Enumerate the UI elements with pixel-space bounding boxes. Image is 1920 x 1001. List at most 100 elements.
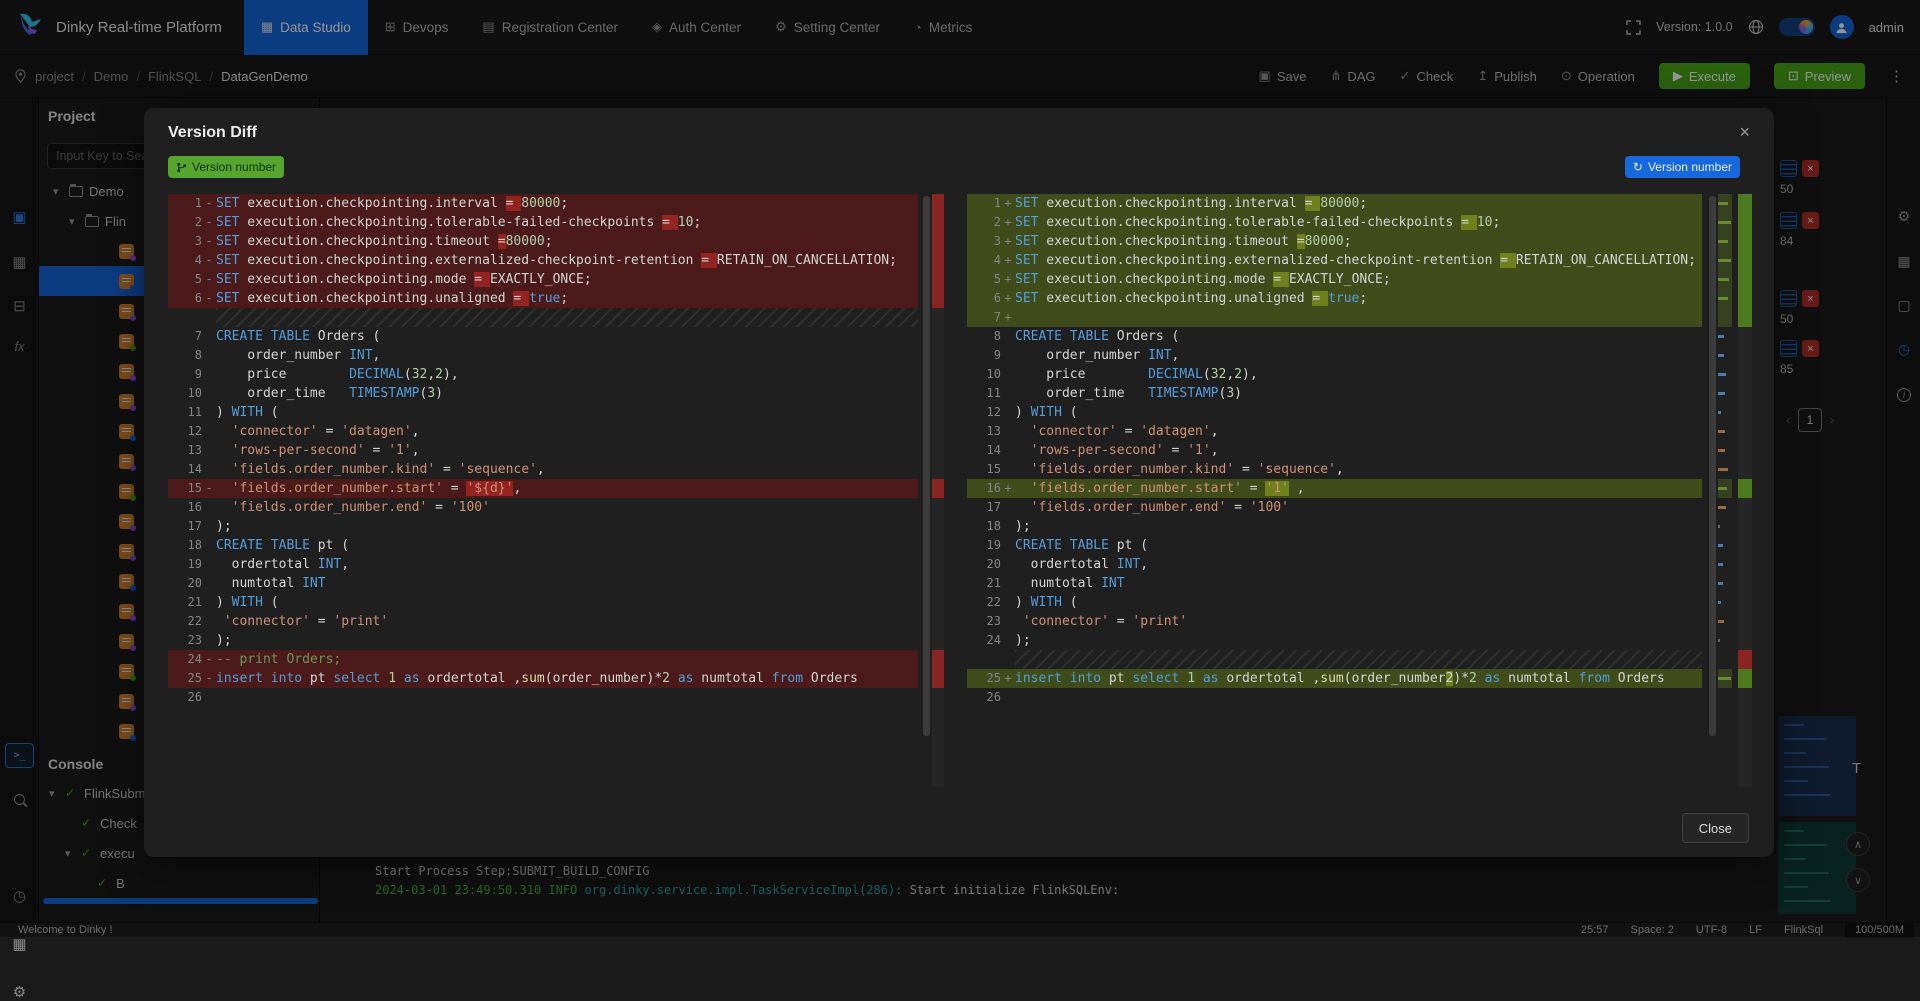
overview-ruler-new (1738, 194, 1752, 786)
diff-row: 17 'fields.order_number.end' = '100' (967, 498, 1702, 517)
diff-row: 3-SET execution.checkpointing.timeout =8… (168, 232, 918, 251)
diff-row: 20 numtotal INT (168, 574, 918, 593)
diff-change-marker: - (202, 213, 216, 232)
diff-line-number: 14 (967, 441, 1001, 460)
diff-change-marker: + (1001, 194, 1015, 213)
diff-line-number: 15 (967, 460, 1001, 479)
minimap-line (1718, 392, 1725, 395)
diff-line-number: 12 (967, 403, 1001, 422)
minimap-line (1718, 430, 1725, 433)
diff-change-marker: - (202, 251, 216, 270)
diff-row: 15- 'fields.order_number.start' = '${d}'… (168, 479, 918, 498)
diff-row: 13 'rows-per-second' = '1', (168, 441, 918, 460)
diff-pane-new[interactable]: 1+SET execution.checkpointing.interval =… (967, 194, 1752, 786)
diff-row: 26 (967, 688, 1702, 707)
diff-line-number: 6 (168, 289, 202, 308)
diff-change-marker: - (202, 669, 216, 688)
diff-row: 1-SET execution.checkpointing.interval =… (168, 194, 918, 213)
diff-row: 21) WITH ( (168, 593, 918, 612)
diff-line-number: 8 (168, 346, 202, 365)
diff-row (168, 308, 918, 327)
diff-row: 13 'connector' = 'datagen', (967, 422, 1702, 441)
diff-row: 6-SET execution.checkpointing.unaligned … (168, 289, 918, 308)
diff-code-line: CREATE TABLE pt ( (216, 536, 918, 555)
diff-line-number: 10 (967, 365, 1001, 384)
diff-gutter (967, 650, 1001, 669)
diff-change-marker (202, 403, 216, 422)
minimap-line (1718, 620, 1724, 623)
minimap-line (1718, 601, 1721, 604)
version-diff-modal: Version Diff × Version number ↻ Version … (144, 108, 1774, 857)
modal-close-icon[interactable]: × (1739, 122, 1750, 143)
diff-row: 18); (967, 517, 1702, 536)
diff-change-marker (202, 688, 216, 707)
diff-code-line: SET execution.checkpointing.timeout =800… (216, 232, 918, 251)
minimap-new[interactable] (1718, 194, 1732, 786)
diff-code-line: 'fields.order_number.start' = '1' , (1015, 479, 1702, 498)
diff-row: 8 order_number INT, (168, 346, 918, 365)
diff-row: 16 'fields.order_number.end' = '100' (168, 498, 918, 517)
minimap-line (1718, 373, 1726, 376)
diff-change-marker (1001, 346, 1015, 365)
diff-pane-old[interactable]: 1-SET execution.checkpointing.interval =… (168, 194, 944, 786)
diff-code-line: ordertotal INT, (216, 555, 918, 574)
scrollbar-new[interactable] (1709, 196, 1716, 736)
diff-line-number: 21 (168, 593, 202, 612)
diff-row: 25-insert into pt select 1 as ordertotal… (168, 669, 918, 688)
diff-line-number: 18 (168, 536, 202, 555)
diff-line-number: 17 (168, 517, 202, 536)
diff-line-number: 8 (967, 327, 1001, 346)
diff-code-line: 'fields.order_number.end' = '100' (216, 498, 918, 517)
ruler-mark (932, 194, 944, 308)
diff-change-marker: + (1001, 232, 1015, 251)
scrollbar-old[interactable] (923, 196, 930, 736)
diff-row: 12) WITH ( (967, 403, 1702, 422)
diff-row: 5-SET execution.checkpointing.mode = EXA… (168, 270, 918, 289)
minimap-line (1718, 278, 1729, 281)
diff-code-line: 'connector' = 'datagen', (216, 422, 918, 441)
diff-line-number: 2 (168, 213, 202, 232)
diff-line-number: 12 (168, 422, 202, 441)
minimap-line (1718, 544, 1723, 547)
diff-code-line: 'fields.order_number.end' = '100' (1015, 498, 1702, 517)
diff-change-marker: + (1001, 308, 1015, 327)
diff-line-number: 7 (168, 327, 202, 346)
diff-code-line: SET execution.checkpointing.unaligned = … (216, 289, 918, 308)
diff-code-line: SET execution.checkpointing.timeout =800… (1015, 232, 1702, 251)
diff-code-line (1015, 308, 1702, 327)
diff-change-marker (202, 612, 216, 631)
diff-code-line: 'rows-per-second' = '1', (1015, 441, 1702, 460)
diff-change-marker (1001, 574, 1015, 593)
minimap-line (1718, 506, 1726, 509)
minimap-line (1718, 202, 1728, 205)
diff-row: 12 'connector' = 'datagen', (168, 422, 918, 441)
diff-change-marker (1001, 612, 1015, 631)
diff-code-line: 'connector' = 'print' (1015, 612, 1702, 631)
diff-code-line: 'connector' = 'print' (216, 612, 918, 631)
diff-change-marker (202, 574, 216, 593)
diff-row: 8CREATE TABLE Orders ( (967, 327, 1702, 346)
diff-line-number: 9 (168, 365, 202, 384)
minimap-line (1718, 525, 1720, 528)
sync-icon: ↻ (1633, 160, 1643, 174)
diff-code-line: insert into pt select 1 as ordertotal ,s… (216, 669, 918, 688)
minimap-line (1718, 354, 1724, 357)
diff-code-line: order_time TIMESTAMP(3) (216, 384, 918, 403)
diff-code-line: SET execution.checkpointing.externalized… (1015, 251, 1702, 270)
rail-apps-icon[interactable]: ▦ (0, 935, 39, 953)
diff-line-number: 23 (967, 612, 1001, 631)
diff-line-number: 25 (168, 669, 202, 688)
modal-close-button[interactable]: Close (1682, 813, 1749, 843)
diff-line-number: 1 (168, 194, 202, 213)
minimap-line (1718, 639, 1720, 642)
diff-row: 1+SET execution.checkpointing.interval =… (967, 194, 1702, 213)
diff-change-marker (202, 327, 216, 346)
diff-row: 22) WITH ( (967, 593, 1702, 612)
rail-settings-icon[interactable]: ⚙ (0, 983, 39, 1001)
diff-change-marker (1001, 422, 1015, 441)
diff-line-number: 19 (967, 536, 1001, 555)
diff-code-line: 'fields.order_number.kind' = 'sequence', (216, 460, 918, 479)
diff-code-line: 'fields.order_number.start' = '${d}', (216, 479, 918, 498)
diff-line-number: 2 (967, 213, 1001, 232)
diff-line-number: 20 (168, 574, 202, 593)
